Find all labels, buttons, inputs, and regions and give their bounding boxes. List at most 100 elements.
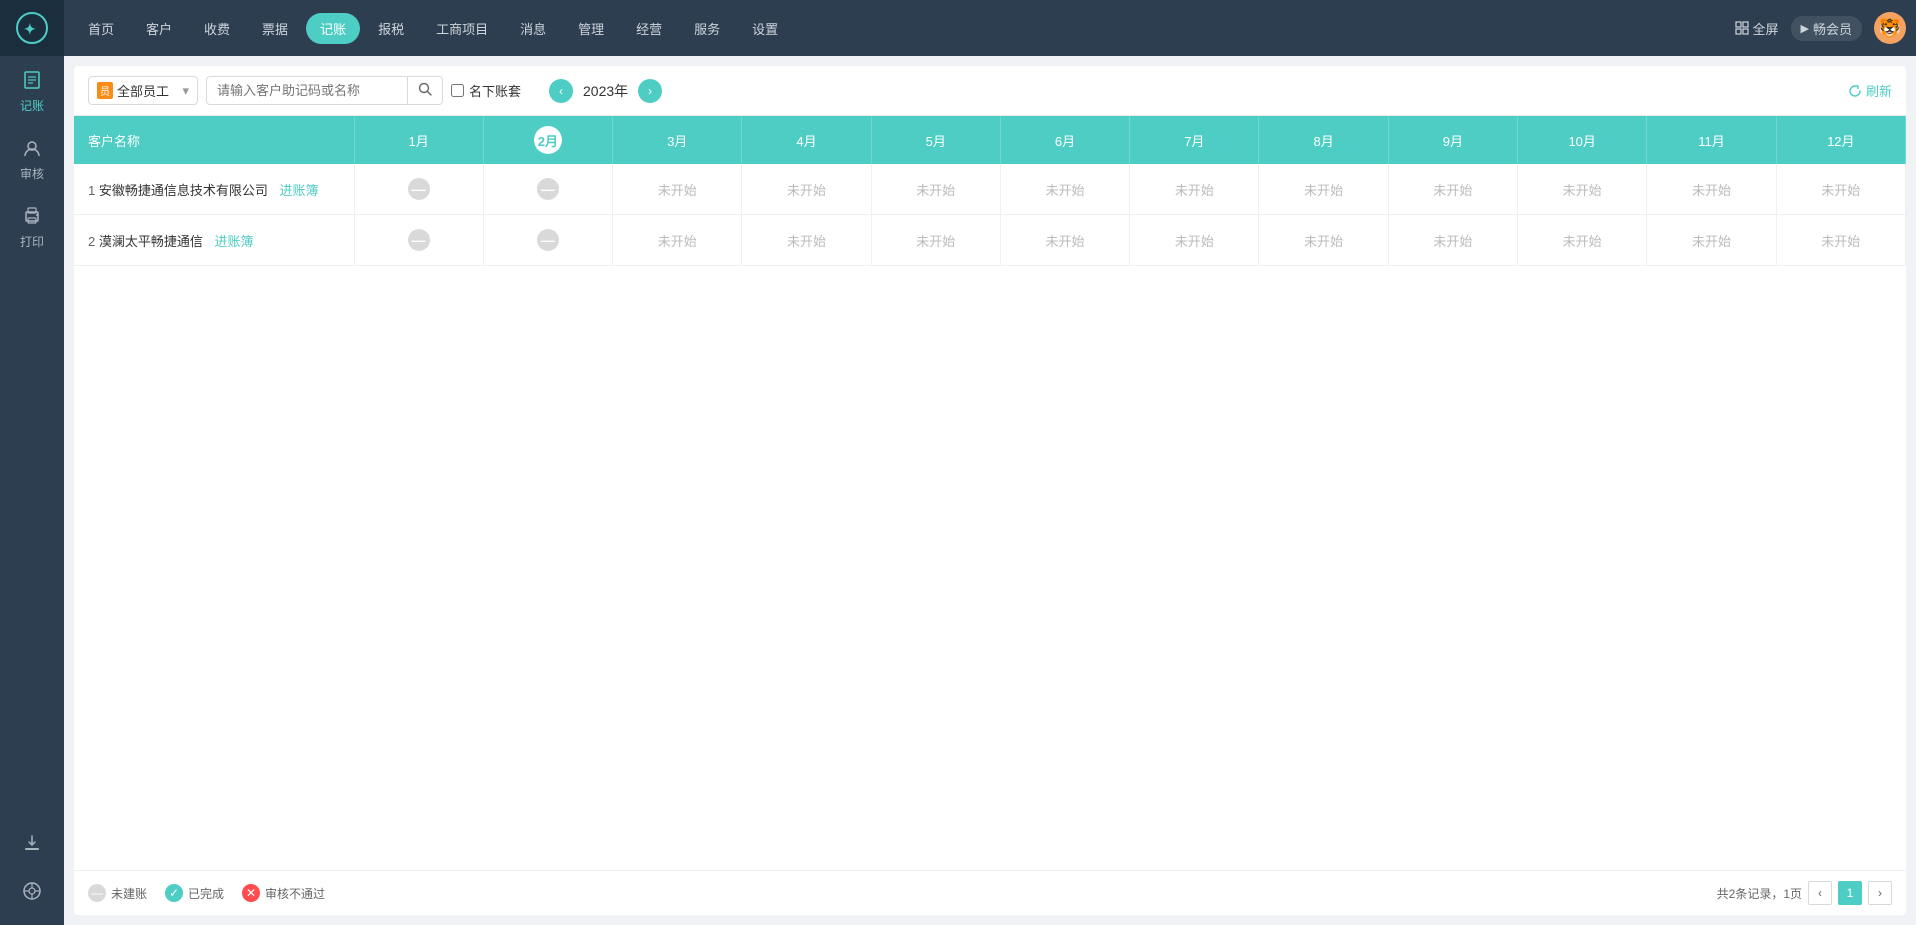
cell-m6-row1: 未开始 [1000, 215, 1129, 266]
prev-page-button[interactable]: ‹ [1808, 881, 1832, 905]
nav-tax[interactable]: 报税 [364, 13, 418, 44]
sidebar-label-audit: 审核 [20, 165, 44, 182]
col-header-m8: 8月 [1259, 116, 1388, 164]
status-dash-icon: — [537, 178, 559, 200]
cell-m9-row1: 未开始 [1388, 215, 1517, 266]
nav-settings[interactable]: 设置 [738, 13, 792, 44]
legend-label-not-built: 未建账 [111, 885, 147, 902]
search-box [206, 76, 443, 105]
nav-ledger[interactable]: 记账 [306, 13, 360, 44]
col-header-m9: 9月 [1388, 116, 1517, 164]
status-not-started: 未开始 [1821, 234, 1860, 249]
support-icon [18, 877, 46, 905]
vip-icon: ▶ [1801, 22, 1809, 35]
topnav-right: 全屏 ▶ 畅会员 🐯 [1735, 12, 1907, 44]
my-accounts-checkbox[interactable] [451, 84, 464, 97]
nav-biz[interactable]: 工商项目 [422, 13, 502, 44]
content-panel: 员 全部员工 ▾ 名下账套 ‹ 2023年 › [74, 66, 1906, 915]
employee-label: 全部员工 [117, 81, 169, 100]
refresh-button[interactable]: 刷新 [1848, 81, 1892, 100]
pagination: 共2条记录，1页 ‹ 1 › [1717, 881, 1892, 905]
search-button[interactable] [407, 77, 442, 104]
sidebar-bottom [0, 819, 64, 925]
status-not-started: 未开始 [1692, 183, 1731, 198]
status-not-started: 未开始 [1563, 183, 1602, 198]
main-content: 首页 客户 收费 票据 记账 报税 工商项目 消息 管理 经营 服务 设置 全屏… [64, 0, 1916, 925]
status-not-started: 未开始 [1175, 183, 1214, 198]
col-header-m1: 1月 [354, 116, 483, 164]
col-header-name: 客户名称 [74, 116, 354, 164]
cell-name-1: 2 漠澜太平畅捷通信 进账簿 [74, 215, 354, 266]
legend-dot-teal: ✓ [165, 884, 183, 902]
col-header-m3: 3月 [613, 116, 742, 164]
customer-name-0: 安徽畅捷通信息技术有限公司 [99, 183, 268, 198]
cell-m5-row1: 未开始 [871, 215, 1000, 266]
cell-m11-row1: 未开始 [1647, 215, 1776, 266]
search-input[interactable] [207, 78, 407, 103]
nav-manage[interactable]: 管理 [564, 13, 618, 44]
user-avatar[interactable]: 🐯 [1874, 12, 1906, 44]
sidebar-item-support[interactable] [0, 867, 64, 915]
col-header-m11: 11月 [1647, 116, 1776, 164]
cell-m5-row0: 未开始 [871, 164, 1000, 215]
topnav: 首页 客户 收费 票据 记账 报税 工商项目 消息 管理 经营 服务 设置 全屏… [64, 0, 1916, 56]
sidebar-label-print: 打印 [20, 233, 44, 250]
my-accounts-label: 名下账套 [469, 81, 521, 100]
next-page-button[interactable]: › [1868, 881, 1892, 905]
nav-operation[interactable]: 经营 [622, 13, 676, 44]
table-wrapper: 客户名称 1月 2月 3月 4月 5月 6月 [74, 116, 1906, 870]
table-row: 2 漠澜太平畅捷通信 进账簿——未开始未开始未开始未开始未开始未开始未开始未开始… [74, 215, 1906, 266]
employee-tag-icon: 员 [97, 82, 113, 99]
col-header-m4: 4月 [742, 116, 871, 164]
nav-service[interactable]: 服务 [680, 13, 734, 44]
status-not-started: 未开始 [1692, 234, 1731, 249]
page-1-button[interactable]: 1 [1838, 881, 1862, 905]
year-nav: ‹ 2023年 › [549, 79, 662, 103]
print-icon [18, 202, 46, 230]
nav-customer[interactable]: 客户 [132, 13, 186, 44]
sidebar: ✦ 记账 审核 打印 [0, 0, 64, 925]
sidebar-item-download[interactable] [0, 819, 64, 867]
cell-m8-row1: 未开始 [1259, 215, 1388, 266]
customer-name-1: 漠澜太平畅捷通信 [99, 234, 203, 249]
status-not-started: 未开始 [1563, 234, 1602, 249]
cell-m12-row1: 未开始 [1776, 215, 1905, 266]
footer: — 未建账 ✓ 已完成 ✕ 审核不通过 共2条记录，1页 ‹ 1 [74, 870, 1906, 915]
col-header-m7: 7月 [1130, 116, 1259, 164]
status-not-started: 未开始 [1046, 183, 1085, 198]
sidebar-item-ledger[interactable]: 记账 [0, 56, 64, 124]
sidebar-logo[interactable]: ✦ [0, 0, 64, 56]
enter-ledger-link-0[interactable]: 进账簿 [280, 183, 319, 198]
content-area: 员 全部员工 ▾ 名下账套 ‹ 2023年 › [64, 56, 1916, 925]
nav-billing[interactable]: 收费 [190, 13, 244, 44]
cell-name-0: 1 安徽畅捷通信息技术有限公司 进账簿 [74, 164, 354, 215]
status-not-started: 未开始 [787, 234, 826, 249]
vip-label: 畅会员 [1813, 19, 1852, 38]
year-display: 2023年 [583, 81, 628, 101]
nav-invoice[interactable]: 票据 [248, 13, 302, 44]
status-not-started: 未开始 [1304, 183, 1343, 198]
status-not-started: 未开始 [787, 183, 826, 198]
sidebar-label-ledger: 记账 [20, 97, 44, 114]
status-not-started: 未开始 [916, 234, 955, 249]
refresh-label: 刷新 [1866, 81, 1892, 100]
my-accounts-checkbox-label[interactable]: 名下账套 [451, 81, 521, 100]
sidebar-item-print[interactable]: 打印 [0, 192, 64, 260]
status-not-started: 未开始 [1304, 234, 1343, 249]
nav-home[interactable]: 首页 [74, 13, 128, 44]
cell-m10-row0: 未开始 [1518, 164, 1647, 215]
col-header-m12: 12月 [1776, 116, 1905, 164]
cell-m7-row1: 未开始 [1130, 215, 1259, 266]
employee-dropdown[interactable]: 员 全部员工 ▾ [88, 76, 198, 105]
sidebar-item-audit[interactable]: 审核 [0, 124, 64, 192]
cell-m11-row0: 未开始 [1647, 164, 1776, 215]
cell-m8-row0: 未开始 [1259, 164, 1388, 215]
legend-label-rejected: 审核不通过 [265, 885, 325, 902]
enter-ledger-link-1[interactable]: 进账簿 [215, 234, 254, 249]
prev-year-button[interactable]: ‹ [549, 79, 573, 103]
fullscreen-button[interactable]: 全屏 [1735, 19, 1779, 38]
vip-button[interactable]: ▶ 畅会员 [1791, 16, 1862, 41]
nav-message[interactable]: 消息 [506, 13, 560, 44]
cell-m1-row1: — [354, 215, 483, 266]
next-year-button[interactable]: › [638, 79, 662, 103]
